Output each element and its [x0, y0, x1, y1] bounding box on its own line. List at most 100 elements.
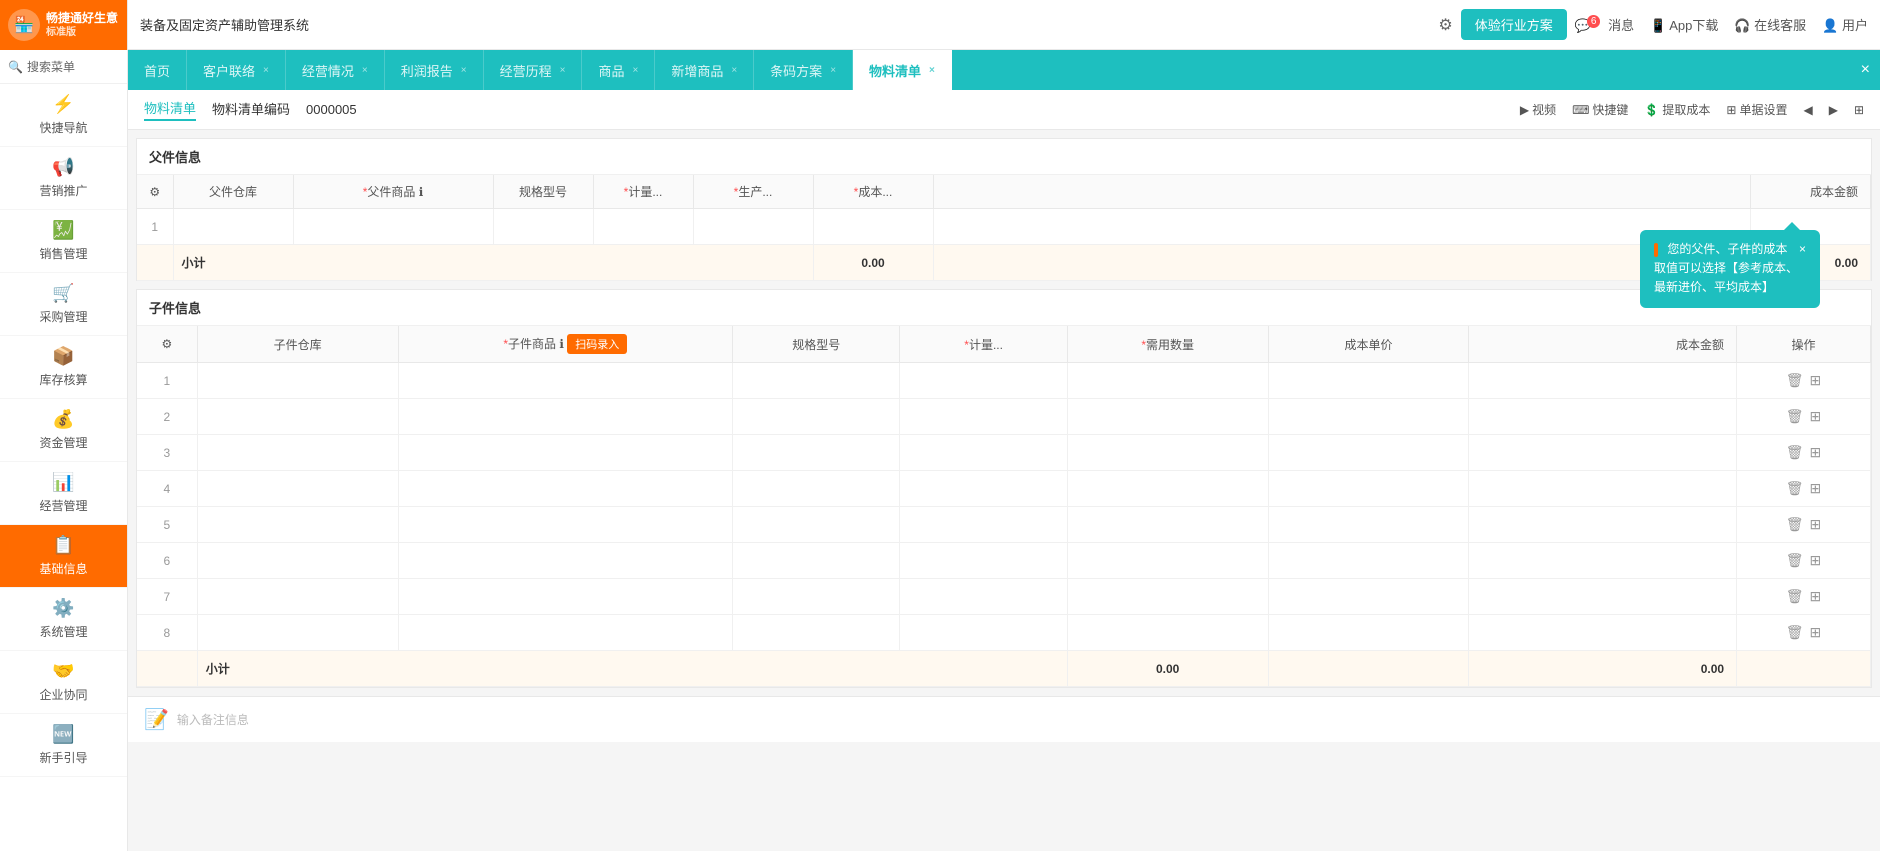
nav-tab-close-history[interactable]: × [560, 65, 566, 76]
delete-icon[interactable]: 🗑 [1786, 444, 1804, 461]
tooltip-close[interactable]: × [1799, 240, 1806, 259]
child-qty-cell[interactable] [1067, 507, 1268, 543]
nav-prev[interactable]: ◀ [1803, 103, 1812, 117]
parent-cost-cell[interactable] [813, 209, 933, 245]
note-hint[interactable]: 输入备注信息 [177, 711, 249, 728]
nav-tab-home[interactable]: 首页 [128, 50, 187, 90]
child-warehouse-cell[interactable] [197, 471, 398, 507]
child-unit-cell[interactable] [900, 615, 1067, 651]
sidebar-item-basic-info[interactable]: 📋基础信息 [0, 525, 127, 588]
sidebar-item-inventory[interactable]: 📦库存核算 [0, 336, 127, 399]
online-service-action[interactable]: 🎧 在线客服 [1734, 15, 1806, 34]
delete-icon[interactable]: 🗑 [1786, 588, 1804, 605]
child-unit-cost-cell[interactable] [1268, 615, 1469, 651]
child-warehouse-cell[interactable] [197, 579, 398, 615]
child-qty-cell[interactable] [1067, 579, 1268, 615]
delete-icon[interactable]: 🗑 [1786, 372, 1804, 389]
sidebar-item-guide[interactable]: 🆕新手引导 [0, 714, 127, 777]
child-warehouse-cell[interactable] [197, 507, 398, 543]
child-qty-cell[interactable] [1067, 471, 1268, 507]
child-unit-cell[interactable] [900, 579, 1067, 615]
child-qty-cell[interactable] [1067, 543, 1268, 579]
sidebar-item-collab[interactable]: 🤝企业协同 [0, 651, 127, 714]
sidebar-item-sales[interactable]: 💹销售管理 [0, 210, 127, 273]
nav-tab-close-profit[interactable]: × [461, 65, 467, 76]
nav-tab-close-bom[interactable]: × [929, 65, 935, 76]
parent-warehouse-cell[interactable] [173, 209, 293, 245]
sidebar-item-system[interactable]: ⚙️系统管理 [0, 588, 127, 651]
delete-icon[interactable]: 🗑 [1786, 516, 1804, 533]
nav-tab-close-operations[interactable]: × [362, 65, 368, 76]
child-goods-cell[interactable] [398, 471, 733, 507]
child-unit-cell[interactable] [900, 471, 1067, 507]
nav-tab-close-barcode[interactable]: × [830, 65, 836, 76]
sidebar-item-finance[interactable]: 💰资金管理 [0, 399, 127, 462]
delete-icon[interactable]: 🗑 [1786, 624, 1804, 641]
parent-goods-cell[interactable] [293, 209, 493, 245]
nav-tab-customers[interactable]: 客户联络× [187, 50, 286, 90]
child-qty-cell[interactable] [1067, 435, 1268, 471]
parent-spec-cell[interactable] [493, 209, 593, 245]
single-settings-action[interactable]: ⊞ 单据设置 [1726, 101, 1787, 118]
child-unit-cost-cell[interactable] [1268, 507, 1469, 543]
child-goods-cell[interactable] [398, 579, 733, 615]
user-action[interactable]: 👤 用户 [1822, 15, 1868, 34]
copy-icon[interactable]: ⊞ [1810, 516, 1822, 533]
child-unit-cost-cell[interactable] [1268, 363, 1469, 399]
copy-icon[interactable]: ⊞ [1810, 588, 1822, 605]
copy-icon[interactable]: ⊞ [1810, 552, 1822, 569]
nav-tab-barcode[interactable]: 条码方案× [754, 50, 853, 90]
child-unit-cost-cell[interactable] [1268, 579, 1469, 615]
child-spec-cell[interactable] [733, 471, 900, 507]
copy-icon[interactable]: ⊞ [1810, 372, 1822, 389]
child-goods-cell[interactable] [398, 543, 733, 579]
child-goods-cell[interactable] [398, 363, 733, 399]
child-goods-cell[interactable] [398, 435, 733, 471]
child-spec-cell[interactable] [733, 399, 900, 435]
child-spec-cell[interactable] [733, 615, 900, 651]
nav-tab-close-new-goods[interactable]: × [731, 65, 737, 76]
child-spec-cell[interactable] [733, 579, 900, 615]
nav-tab-close-customers[interactable]: × [263, 65, 269, 76]
child-unit-cell[interactable] [900, 507, 1067, 543]
sidebar-item-marketing[interactable]: 📢营销推广 [0, 147, 127, 210]
child-warehouse-cell[interactable] [197, 435, 398, 471]
nav-tab-close-goods[interactable]: × [632, 65, 638, 76]
grid-view[interactable]: ⊞ [1854, 103, 1864, 117]
message-action[interactable]: 💬6 消息 [1575, 15, 1634, 34]
nav-tab-profit[interactable]: 利润报告× [385, 50, 484, 90]
nav-tab-new-goods[interactable]: 新增商品× [655, 50, 754, 90]
child-spec-cell[interactable] [733, 507, 900, 543]
nav-tab-history[interactable]: 经营历程× [484, 50, 583, 90]
child-unit-cost-cell[interactable] [1268, 471, 1469, 507]
gear-icon[interactable]: ⚙ [1438, 15, 1452, 35]
copy-icon[interactable]: ⊞ [1810, 444, 1822, 461]
child-spec-cell[interactable] [733, 543, 900, 579]
scan-input-button[interactable]: 扫码录入 [567, 334, 627, 354]
th-gear-child[interactable]: ⚙ [137, 326, 197, 363]
nav-tab-operations[interactable]: 经营情况× [286, 50, 385, 90]
extract-cost-action[interactable]: 💲 提取成本 [1644, 101, 1710, 118]
child-qty-cell[interactable] [1067, 615, 1268, 651]
child-spec-cell[interactable] [733, 363, 900, 399]
parent-production-cell[interactable] [693, 209, 813, 245]
child-qty-cell[interactable] [1067, 363, 1268, 399]
child-warehouse-cell[interactable] [197, 543, 398, 579]
child-goods-cell[interactable] [398, 507, 733, 543]
sidebar-item-purchase[interactable]: 🛒采购管理 [0, 273, 127, 336]
delete-icon[interactable]: 🗑 [1786, 408, 1804, 425]
child-unit-cell[interactable] [900, 399, 1067, 435]
child-qty-cell[interactable] [1067, 399, 1268, 435]
th-gear-parent[interactable]: ⚙ [137, 175, 173, 209]
delete-icon[interactable]: 🗑 [1786, 480, 1804, 497]
search-menu[interactable]: 🔍 搜索菜单 [0, 50, 127, 84]
trial-button[interactable]: 体验行业方案 [1461, 9, 1567, 40]
child-unit-cost-cell[interactable] [1268, 435, 1469, 471]
child-unit-cell[interactable] [900, 543, 1067, 579]
delete-icon[interactable]: 🗑 [1786, 552, 1804, 569]
close-all-tabs[interactable]: × [1851, 61, 1880, 79]
child-goods-cell[interactable] [398, 399, 733, 435]
copy-icon[interactable]: ⊞ [1810, 624, 1822, 641]
child-goods-cell[interactable] [398, 615, 733, 651]
app-download-action[interactable]: 📱 App下载 [1650, 15, 1718, 34]
